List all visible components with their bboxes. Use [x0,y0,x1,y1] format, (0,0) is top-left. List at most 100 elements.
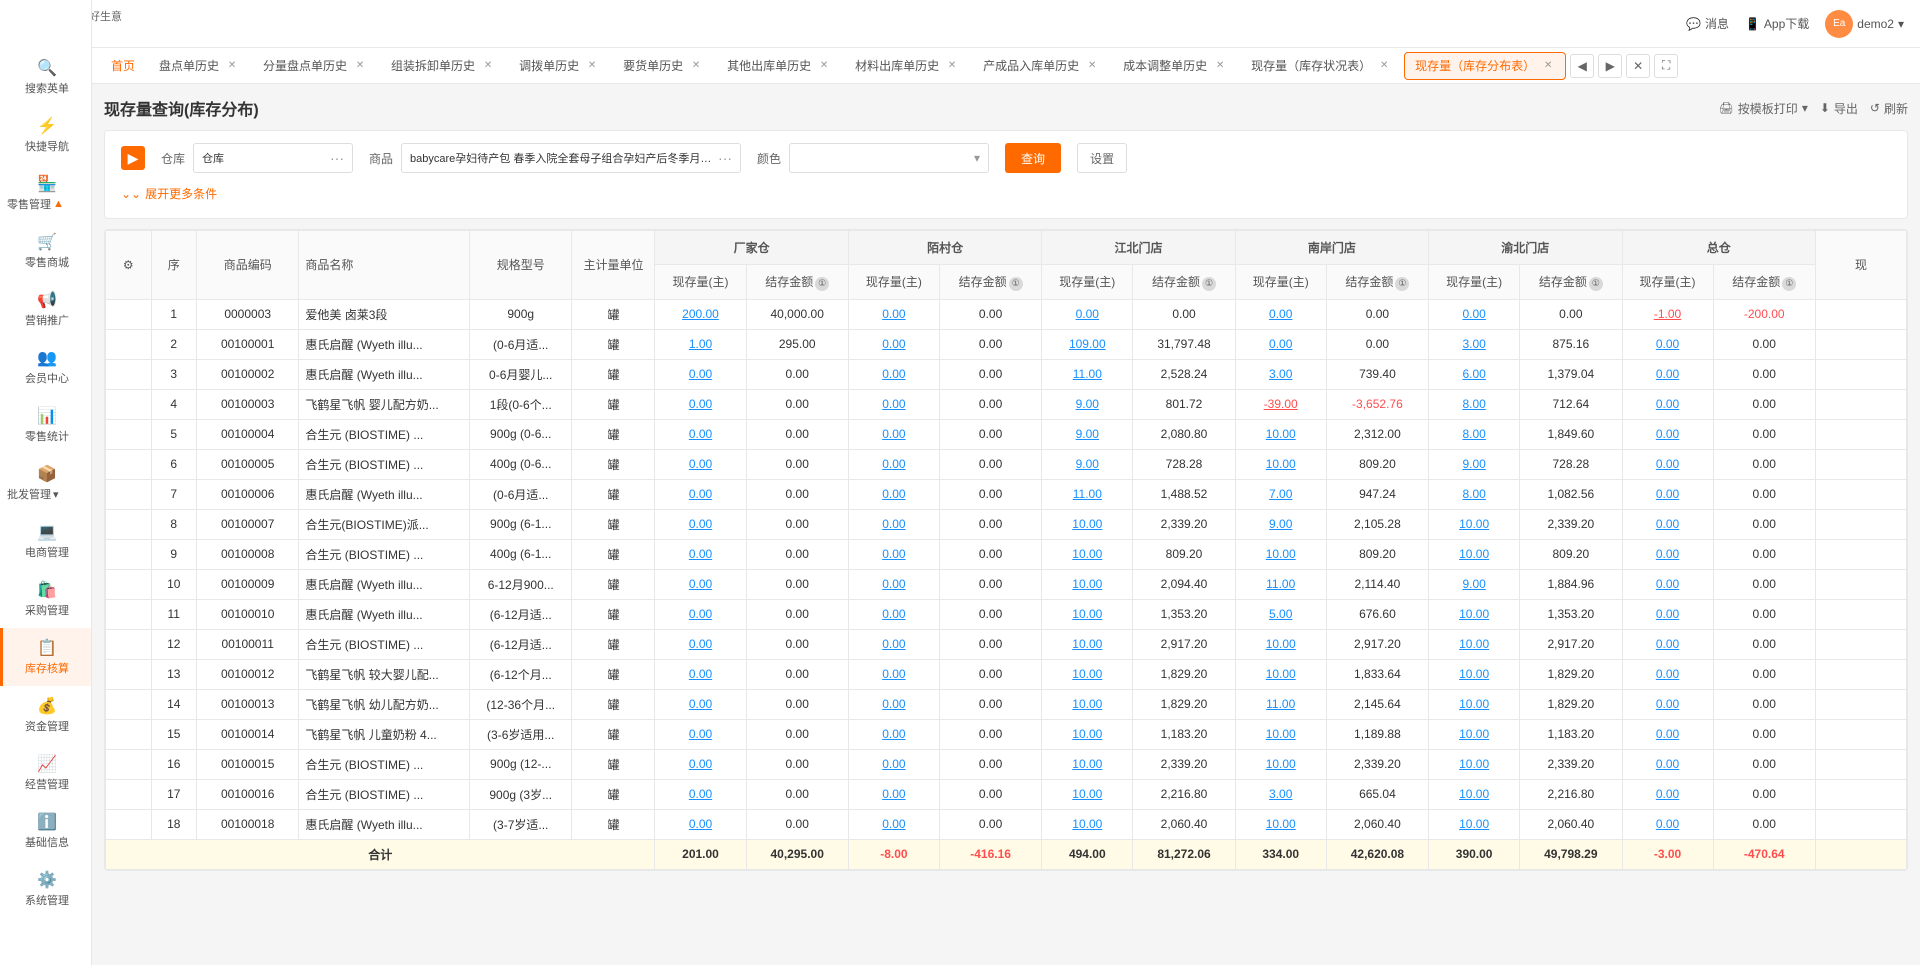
row-jiangbei-qty[interactable]: 11.00 [1042,359,1133,389]
row-total-qty[interactable]: 0.00 [1622,329,1713,359]
row-total-qty[interactable]: 0.00 [1622,359,1713,389]
row-mucun-qty[interactable]: 0.00 [848,629,939,659]
row-total-qty[interactable]: 0.00 [1622,509,1713,539]
row-yubei-qty[interactable]: 10.00 [1429,629,1520,659]
row-total-qty[interactable]: 0.00 [1622,419,1713,449]
row-nanan-qty[interactable]: 7.00 [1235,479,1326,509]
tab-stocktake[interactable]: 盘点单历史 ✕ [148,52,250,80]
query-btn[interactable]: 查询 [1005,143,1061,173]
nanan-amt-info[interactable]: ① [1395,277,1409,291]
row-factory-qty[interactable]: 0.00 [655,569,746,599]
row-jiangbei-qty[interactable]: 9.00 [1042,449,1133,479]
row-total-qty[interactable]: 0.00 [1622,479,1713,509]
row-nanan-qty[interactable]: 0.00 [1235,329,1326,359]
row-yubei-qty[interactable]: 10.00 [1429,779,1520,809]
tab-product-in[interactable]: 产成品入库单历史 ✕ [972,52,1110,80]
row-gear[interactable] [106,569,152,599]
row-factory-qty[interactable]: 0.00 [655,629,746,659]
row-factory-qty[interactable]: 0.00 [655,749,746,779]
row-mucun-qty[interactable]: 0.00 [848,479,939,509]
row-gear[interactable] [106,659,152,689]
row-nanan-qty[interactable]: 9.00 [1235,509,1326,539]
close-tab-product-in[interactable]: ✕ [1085,59,1099,73]
row-jiangbei-qty[interactable]: 10.00 [1042,719,1133,749]
close-tab-distribute[interactable]: ✕ [353,59,367,73]
setting-btn[interactable]: 设置 [1077,143,1127,173]
sidebar-item-purchase[interactable]: 🛍️ 采购管理 [0,570,91,628]
row-nanan-qty[interactable]: 10.00 [1235,809,1326,839]
close-tab-stocktake[interactable]: ✕ [225,59,239,73]
toggle-search-btn[interactable]: ▶ [121,146,145,170]
row-jiangbei-qty[interactable]: 10.00 [1042,569,1133,599]
row-gear[interactable] [106,299,152,329]
row-yubei-qty[interactable]: 10.00 [1429,539,1520,569]
row-mucun-qty[interactable]: 0.00 [848,719,939,749]
row-mucun-qty[interactable]: 0.00 [848,809,939,839]
row-yubei-qty[interactable]: 10.00 [1429,809,1520,839]
row-total-qty[interactable]: -1.00 [1622,299,1713,329]
row-nanan-qty[interactable]: 5.00 [1235,599,1326,629]
row-yubei-qty[interactable]: 6.00 [1429,359,1520,389]
row-factory-qty[interactable]: 0.00 [655,809,746,839]
row-mucun-qty[interactable]: 0.00 [848,689,939,719]
row-factory-qty[interactable]: 0.00 [655,599,746,629]
row-nanan-qty[interactable]: 3.00 [1235,779,1326,809]
row-factory-qty[interactable]: 0.00 [655,389,746,419]
row-yubei-qty[interactable]: 8.00 [1429,389,1520,419]
goods-input[interactable]: babycare孕妇待产包 春季入院全套母子组合孕妇产后冬季月子用品 22件套 … [401,143,741,173]
row-jiangbei-qty[interactable]: 9.00 [1042,389,1133,419]
row-jiangbei-qty[interactable]: 10.00 [1042,659,1133,689]
tab-cost-adjust[interactable]: 成本调整单历史 ✕ [1112,52,1238,80]
row-total-qty[interactable]: 0.00 [1622,569,1713,599]
row-nanan-qty[interactable]: 10.00 [1235,419,1326,449]
row-gear[interactable] [106,719,152,749]
tab-other-out[interactable]: 其他出库单历史 ✕ [716,52,842,80]
row-yubei-qty[interactable]: 8.00 [1429,419,1520,449]
row-factory-qty[interactable]: 0.00 [655,539,746,569]
row-factory-qty[interactable]: 0.00 [655,509,746,539]
tab-material-out[interactable]: 材料出库单历史 ✕ [844,52,970,80]
row-yubei-qty[interactable]: 10.00 [1429,599,1520,629]
row-jiangbei-qty[interactable]: 10.00 [1042,809,1133,839]
row-gear[interactable] [106,449,152,479]
close-tab-other-out[interactable]: ✕ [817,59,831,73]
jiangbei-amt-info[interactable]: ① [1202,277,1216,291]
tab-transfer[interactable]: 调拨单历史 ✕ [508,52,610,80]
row-total-qty[interactable]: 0.00 [1622,599,1713,629]
mucun-amt-info[interactable]: ① [1009,277,1023,291]
row-jiangbei-qty[interactable]: 10.00 [1042,629,1133,659]
close-tab-cost-adjust[interactable]: ✕ [1213,59,1227,73]
yubei-amt-info[interactable]: ① [1589,277,1603,291]
row-factory-qty[interactable]: 0.00 [655,479,746,509]
row-yubei-qty[interactable]: 10.00 [1429,659,1520,689]
row-total-qty[interactable]: 0.00 [1622,779,1713,809]
warehouse-input[interactable]: 仓库 ··· [193,143,353,173]
batch-print-btn[interactable]: 🖨 按模板打印 ▾ [1719,100,1808,117]
row-mucun-qty[interactable]: 0.00 [848,749,939,779]
gear-header[interactable]: ⚙ [106,231,152,300]
expand-conditions-btn[interactable]: ⌄⌄ 展开更多条件 [121,181,1891,206]
row-total-qty[interactable]: 0.00 [1622,749,1713,779]
close-tab-stock-status[interactable]: ✕ [1377,59,1391,73]
tab-stock-status[interactable]: 现存量（库存状况表） ✕ [1240,52,1402,80]
sidebar-item-basic-info[interactable]: ℹ️ 基础信息 [0,802,91,860]
row-gear[interactable] [106,509,152,539]
row-mucun-qty[interactable]: 0.00 [848,509,939,539]
row-jiangbei-qty[interactable]: 10.00 [1042,599,1133,629]
row-yubei-qty[interactable]: 9.00 [1429,449,1520,479]
row-factory-qty[interactable]: 0.00 [655,449,746,479]
sidebar-item-marketing[interactable]: 📢 营销推广 [0,280,91,338]
tab-home[interactable]: 首页 [100,52,146,80]
warehouse-dots-btn[interactable]: ··· [330,150,344,166]
goods-dots-btn[interactable]: ··· [718,150,732,166]
row-gear[interactable] [106,419,152,449]
tab-distribute-stocktake[interactable]: 分量盘点单历史 ✕ [252,52,378,80]
row-gear[interactable] [106,629,152,659]
row-nanan-qty[interactable]: 11.00 [1235,689,1326,719]
row-total-qty[interactable]: 0.00 [1622,389,1713,419]
row-gear[interactable] [106,599,152,629]
gear-icon[interactable]: ⚙ [123,258,134,272]
row-gear[interactable] [106,359,152,389]
factory-amt-info[interactable]: ① [815,277,829,291]
tab-bundle-disassembly[interactable]: 组装拆卸单历史 ✕ [380,52,506,80]
